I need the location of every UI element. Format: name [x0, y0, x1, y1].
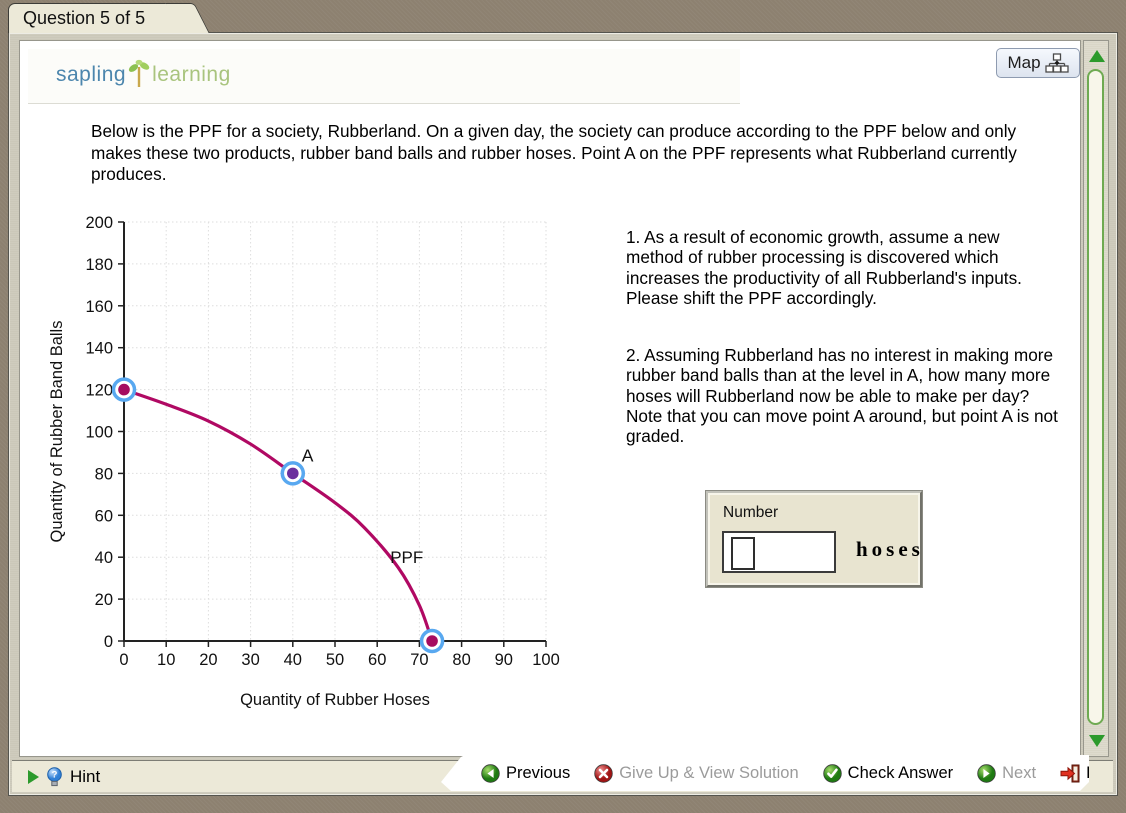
- svg-text:200: 200: [85, 214, 113, 232]
- green-arrow-right-icon: [977, 764, 996, 783]
- svg-text:20: 20: [95, 591, 113, 609]
- sitemap-icon: [1044, 53, 1069, 73]
- hint-label: Hint: [70, 766, 101, 786]
- svg-text:100: 100: [532, 651, 560, 669]
- answer-panel-label: Number: [723, 504, 779, 521]
- svg-text:80: 80: [95, 465, 113, 483]
- svg-text:40: 40: [95, 549, 113, 567]
- svg-text:0: 0: [119, 651, 128, 669]
- chart-annotation: PPF: [390, 548, 423, 567]
- next-button[interactable]: Next: [977, 764, 1036, 783]
- point-label: A: [302, 445, 314, 465]
- main-window-frame: sapling learning Map Below is the PPF fo…: [8, 32, 1118, 796]
- green-arrow-left-icon: [481, 764, 500, 783]
- exit-door-icon: [1060, 764, 1080, 783]
- nav-button-label: Previous: [506, 763, 571, 782]
- ppf-curve[interactable]: [122, 388, 434, 643]
- instruction-item-1: 1. As a result of economic growth, assum…: [626, 227, 1022, 308]
- answer-panel: Number hoses: [706, 491, 922, 587]
- chart-endpoint[interactable]: [419, 628, 445, 654]
- number-input[interactable]: [724, 533, 834, 571]
- hint-button[interactable]: ? Hint: [28, 767, 100, 787]
- ppf-chart-svg: 0 10 20 30 40 50 60 70 80 90 100 0 20 40 60 80 100 120 140…: [48, 214, 560, 709]
- svg-text:120: 120: [85, 382, 113, 400]
- question-tab[interactable]: Question 5 of 5: [8, 3, 186, 33]
- instruction-item-2: 2. Assuming Rubberland has no interest i…: [626, 345, 1058, 447]
- scroll-down-arrow-icon[interactable]: [1089, 735, 1105, 747]
- svg-text:40: 40: [284, 651, 302, 669]
- answer-unit-label: hoses: [856, 537, 924, 561]
- give-up-view-solution-button[interactable]: Give Up & View Solution: [594, 764, 798, 783]
- logo-word-learning: learning: [152, 63, 231, 86]
- previous-button[interactable]: Previous: [481, 764, 570, 783]
- header-strip: sapling learning: [28, 49, 740, 104]
- svg-text:100: 100: [85, 424, 113, 442]
- svg-text:?: ?: [52, 769, 58, 780]
- svg-text:70: 70: [410, 651, 428, 669]
- navigation-tray: Previous Give Up & View Solution Check A…: [441, 755, 1089, 791]
- sapling-learning-logo: sapling learning: [56, 59, 231, 88]
- number-input-box[interactable]: [722, 531, 836, 573]
- svg-text:90: 90: [495, 651, 513, 669]
- map-button[interactable]: Map: [996, 48, 1080, 78]
- nav-button-label: Give Up & View Solution: [619, 763, 799, 782]
- nav-button-label: Check Answer: [847, 763, 954, 782]
- svg-text:60: 60: [368, 651, 386, 669]
- map-button-label: Map: [1007, 53, 1041, 72]
- svg-text:Quantity of Rubber Hoses: Quantity of Rubber Hoses: [240, 691, 430, 709]
- svg-text:160: 160: [85, 298, 113, 316]
- svg-text:10: 10: [157, 651, 175, 669]
- chart-endpoint[interactable]: [111, 377, 137, 402]
- check-answer-button[interactable]: Check Answer: [823, 764, 953, 783]
- hint-expand-arrow-icon: [28, 769, 39, 784]
- question-tab-label: Question 5 of 5: [23, 8, 146, 28]
- svg-text:50: 50: [326, 651, 344, 669]
- red-x-icon: [594, 764, 613, 783]
- question-text: Below is the PPF for a society, Rubberla…: [91, 121, 1017, 185]
- scroll-up-arrow-icon[interactable]: [1089, 50, 1105, 62]
- svg-text:180: 180: [85, 256, 113, 274]
- logo-word-sapling: sapling: [56, 63, 127, 86]
- svg-text:30: 30: [241, 651, 259, 669]
- svg-text:Quantity of Rubber Band Balls: Quantity of Rubber Band Balls: [48, 321, 66, 543]
- green-check-icon: [823, 764, 842, 783]
- svg-text:140: 140: [85, 340, 113, 358]
- svg-text:0: 0: [104, 633, 113, 651]
- scrollbar-thumb[interactable]: [1087, 69, 1104, 725]
- vertical-scrollbar[interactable]: [1083, 40, 1109, 757]
- nav-button-label: Next: [1002, 763, 1037, 782]
- svg-text:60: 60: [95, 507, 113, 525]
- hint-lightbulb-icon: ?: [47, 766, 62, 786]
- content-area: sapling learning Map Below is the PPF fo…: [19, 40, 1081, 757]
- chart-point-A[interactable]: [280, 461, 306, 486]
- svg-text:80: 80: [452, 651, 470, 669]
- svg-text:20: 20: [199, 651, 217, 669]
- ppf-chart[interactable]: 0 10 20 30 40 50 60 70 80 90 100 0 20 40 60 80 100 120 140…: [46, 211, 566, 731]
- sapling-icon: [128, 59, 150, 88]
